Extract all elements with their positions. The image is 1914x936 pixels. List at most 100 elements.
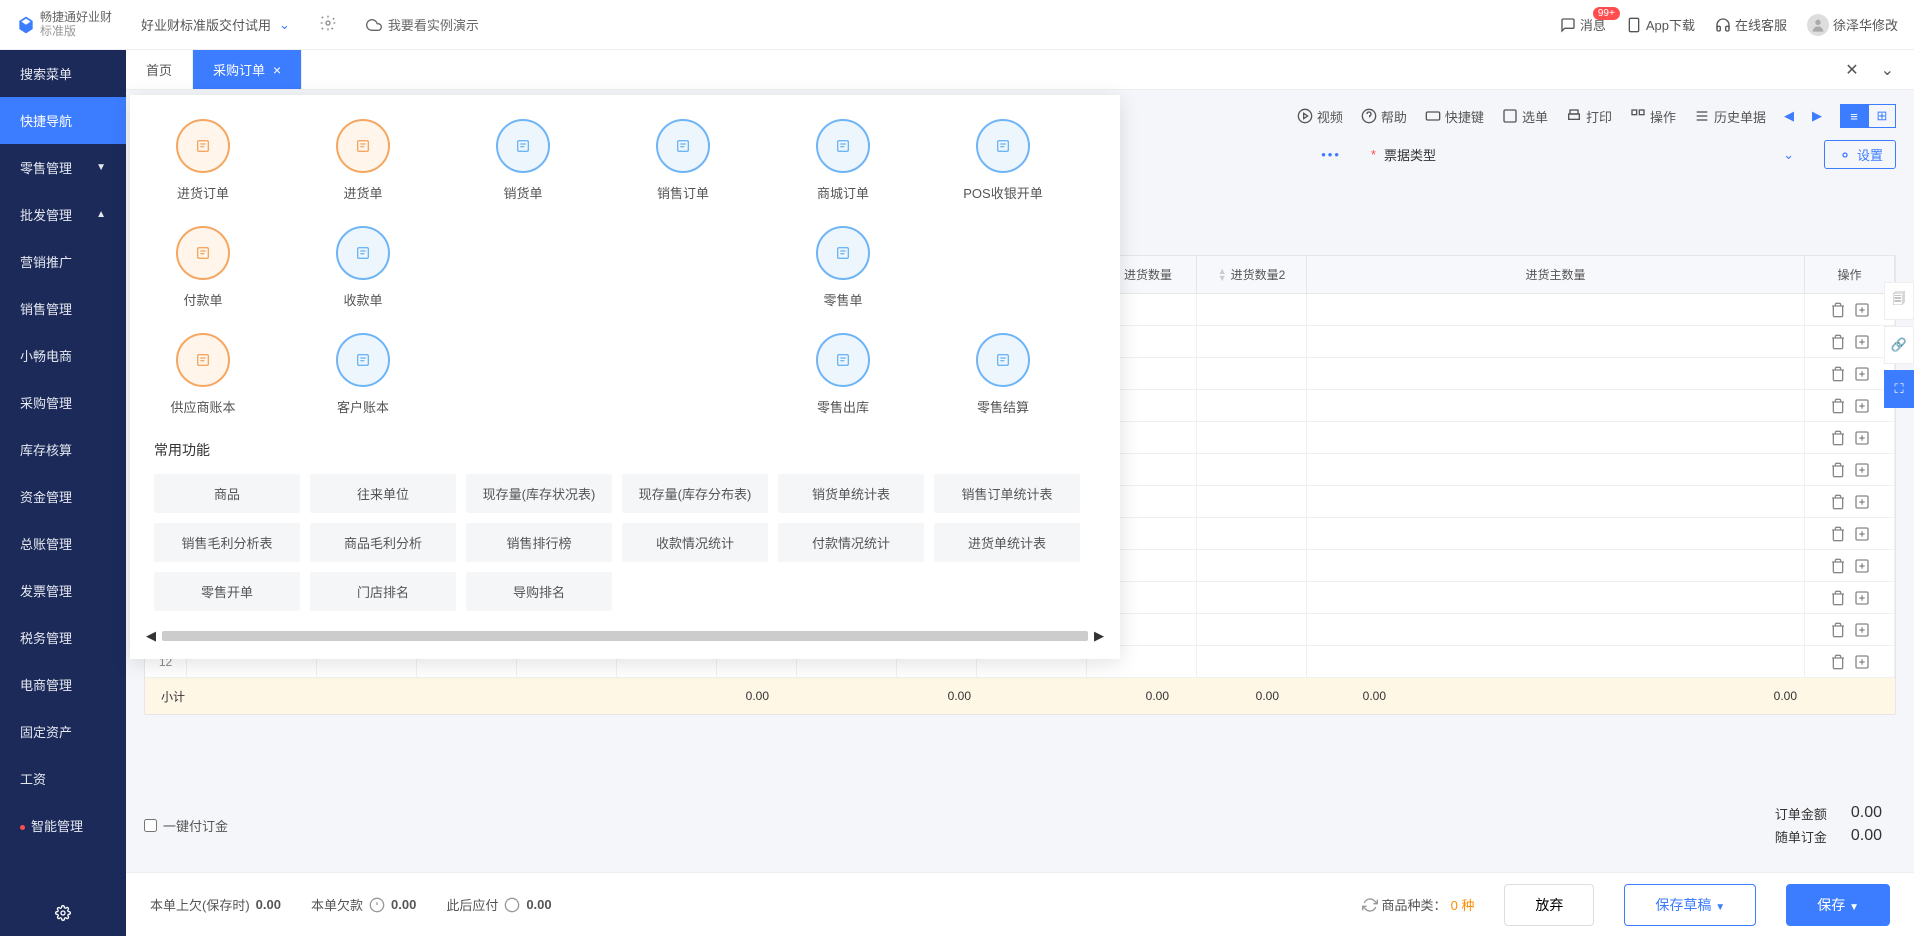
float-btn-expand-icon[interactable]: ⛶ (1884, 370, 1914, 408)
customer-service[interactable]: 在线客服 (1715, 15, 1787, 34)
col-inqty[interactable]: 进货数量 (1124, 266, 1172, 283)
common-function-btn[interactable]: 商品毛利分析 (310, 523, 456, 562)
sidebar-item-invoice[interactable]: 发票管理 (0, 567, 126, 614)
history-action[interactable]: 历史单据 (1694, 107, 1766, 126)
sidebar-item-ecomm[interactable]: 小畅电商 (0, 332, 126, 379)
add-icon[interactable] (1854, 558, 1870, 574)
more-tabs-icon[interactable]: ⌄ (1873, 56, 1902, 84)
settings-button[interactable]: 设置 (1824, 140, 1896, 169)
flow-item[interactable]: 零售单 (798, 226, 888, 309)
card-view-btn[interactable]: ⊞ (1868, 104, 1896, 128)
add-icon[interactable] (1854, 526, 1870, 542)
print-action[interactable]: 打印 (1566, 107, 1612, 126)
sidebar-item-ledger[interactable]: 总账管理 (0, 520, 126, 567)
flow-item[interactable]: POS收银开单 (958, 119, 1048, 202)
add-icon[interactable] (1854, 366, 1870, 382)
sidebar-item-ecom-manage[interactable]: 电商管理 (0, 661, 126, 708)
delete-icon[interactable] (1830, 654, 1846, 670)
sidebar-item-quicknav[interactable]: 快捷导航 (0, 97, 126, 144)
product-selector[interactable]: 好业财标准版交付试用 ⌄ (121, 15, 310, 34)
info-icon[interactable] (504, 897, 520, 913)
prepay-checkbox[interactable]: 一键付订金 (144, 816, 228, 835)
app-download[interactable]: App下载 (1626, 15, 1695, 34)
common-function-btn[interactable]: 往来单位 (310, 474, 456, 513)
save-button[interactable]: 保存 ▼ (1786, 884, 1890, 926)
user-profile[interactable]: 徐泽华修改 (1807, 14, 1898, 36)
add-icon[interactable] (1854, 302, 1870, 318)
delete-icon[interactable] (1830, 462, 1846, 478)
sidebar-item-tax[interactable]: 税务管理 (0, 614, 126, 661)
delete-icon[interactable] (1830, 334, 1846, 350)
add-icon[interactable] (1854, 494, 1870, 510)
sidebar-item-purchase[interactable]: 采购管理 (0, 379, 126, 426)
flow-item[interactable]: 收款单 (318, 226, 408, 309)
delete-icon[interactable] (1830, 430, 1846, 446)
sidebar-item-wholesale[interactable]: 批发管理▲ (0, 191, 126, 238)
flow-item[interactable]: 付款单 (158, 226, 248, 309)
close-all-icon[interactable]: ✕ (1837, 56, 1866, 84)
save-draft-button[interactable]: 保存草稿 ▼ (1624, 884, 1756, 926)
flow-item[interactable]: 供应商账本 (158, 333, 248, 416)
common-function-btn[interactable]: 商品 (154, 474, 300, 513)
delete-icon[interactable] (1830, 302, 1846, 318)
list-view-btn[interactable]: ≡ (1840, 104, 1868, 128)
delete-icon[interactable] (1830, 366, 1846, 382)
select-action[interactable]: 选单 (1502, 107, 1548, 126)
delete-icon[interactable] (1830, 494, 1846, 510)
scroll-right-icon[interactable]: ▶ (1094, 628, 1104, 644)
add-icon[interactable] (1854, 654, 1870, 670)
float-btn-link-icon[interactable]: 🔗 (1884, 326, 1914, 364)
next-doc-icon[interactable]: ▶ (1812, 108, 1822, 124)
sidebar-item-fixed-asset[interactable]: 固定资产 (0, 708, 126, 755)
add-icon[interactable] (1854, 590, 1870, 606)
scroll-left-icon[interactable]: ◀ (146, 628, 156, 644)
sidebar-item-inventory[interactable]: 库存核算 (0, 426, 126, 473)
prepay-checkbox-input[interactable] (144, 819, 157, 832)
flow-item[interactable]: 销售订单 (638, 119, 728, 202)
prev-doc-icon[interactable]: ◀ (1784, 108, 1794, 124)
message-item[interactable]: 消息 99+ (1560, 15, 1606, 34)
sidebar-item-sales[interactable]: 销售管理 (0, 285, 126, 332)
common-function-btn[interactable]: 销货单统计表 (778, 474, 924, 513)
sidebar-item-salary[interactable]: 工资 (0, 755, 126, 802)
flow-item[interactable]: 零售结算 (958, 333, 1048, 416)
flow-item[interactable]: 零售出库 (798, 333, 888, 416)
col-inqty2[interactable]: 进货数量2 (1231, 266, 1286, 283)
sidebar-search[interactable]: 搜索菜单 (0, 50, 126, 97)
help-action[interactable]: 帮助 (1361, 107, 1407, 126)
delete-icon[interactable] (1830, 622, 1846, 638)
common-function-btn[interactable]: 进货单统计表 (934, 523, 1080, 562)
common-function-btn[interactable]: 现存量(库存分布表) (622, 474, 768, 513)
info-icon[interactable] (369, 897, 385, 913)
more-field-icon[interactable]: ••• (1321, 147, 1341, 162)
common-function-btn[interactable]: 导购排名 (466, 572, 612, 611)
delete-icon[interactable] (1830, 558, 1846, 574)
shortcut-action[interactable]: 快捷键 (1425, 107, 1484, 126)
ticket-type-select[interactable]: ⌄ (1444, 147, 1794, 163)
discard-button[interactable]: 放弃 (1504, 884, 1594, 926)
common-function-btn[interactable]: 销售毛利分析表 (154, 523, 300, 562)
gear-icon-header[interactable] (320, 15, 336, 34)
add-icon[interactable] (1854, 334, 1870, 350)
add-icon[interactable] (1854, 462, 1870, 478)
sidebar-item-funds[interactable]: 资金管理 (0, 473, 126, 520)
tab-home[interactable]: 首页 (126, 50, 193, 89)
flow-item[interactable]: 进货单 (318, 119, 408, 202)
operate-action[interactable]: 操作 (1630, 107, 1676, 126)
delete-icon[interactable] (1830, 526, 1846, 542)
common-function-btn[interactable]: 零售开单 (154, 572, 300, 611)
tab-purchase-order[interactable]: 采购订单 × (193, 50, 302, 89)
common-function-btn[interactable]: 付款情况统计 (778, 523, 924, 562)
add-icon[interactable] (1854, 622, 1870, 638)
common-function-btn[interactable]: 收款情况统计 (622, 523, 768, 562)
quicknav-scrollbar[interactable]: ◀ ▶ (130, 629, 1120, 643)
refresh-icon[interactable] (1362, 897, 1378, 913)
flow-item[interactable]: 商城订单 (798, 119, 888, 202)
add-icon[interactable] (1854, 398, 1870, 414)
col-mainqty[interactable]: 进货主数量 (1525, 266, 1585, 283)
delete-icon[interactable] (1830, 590, 1846, 606)
common-function-btn[interactable]: 现存量(库存状况表) (466, 474, 612, 513)
flow-item[interactable]: 进货订单 (158, 119, 248, 202)
sidebar-item-retail[interactable]: 零售管理▼ (0, 144, 126, 191)
common-function-btn[interactable]: 门店排名 (310, 572, 456, 611)
